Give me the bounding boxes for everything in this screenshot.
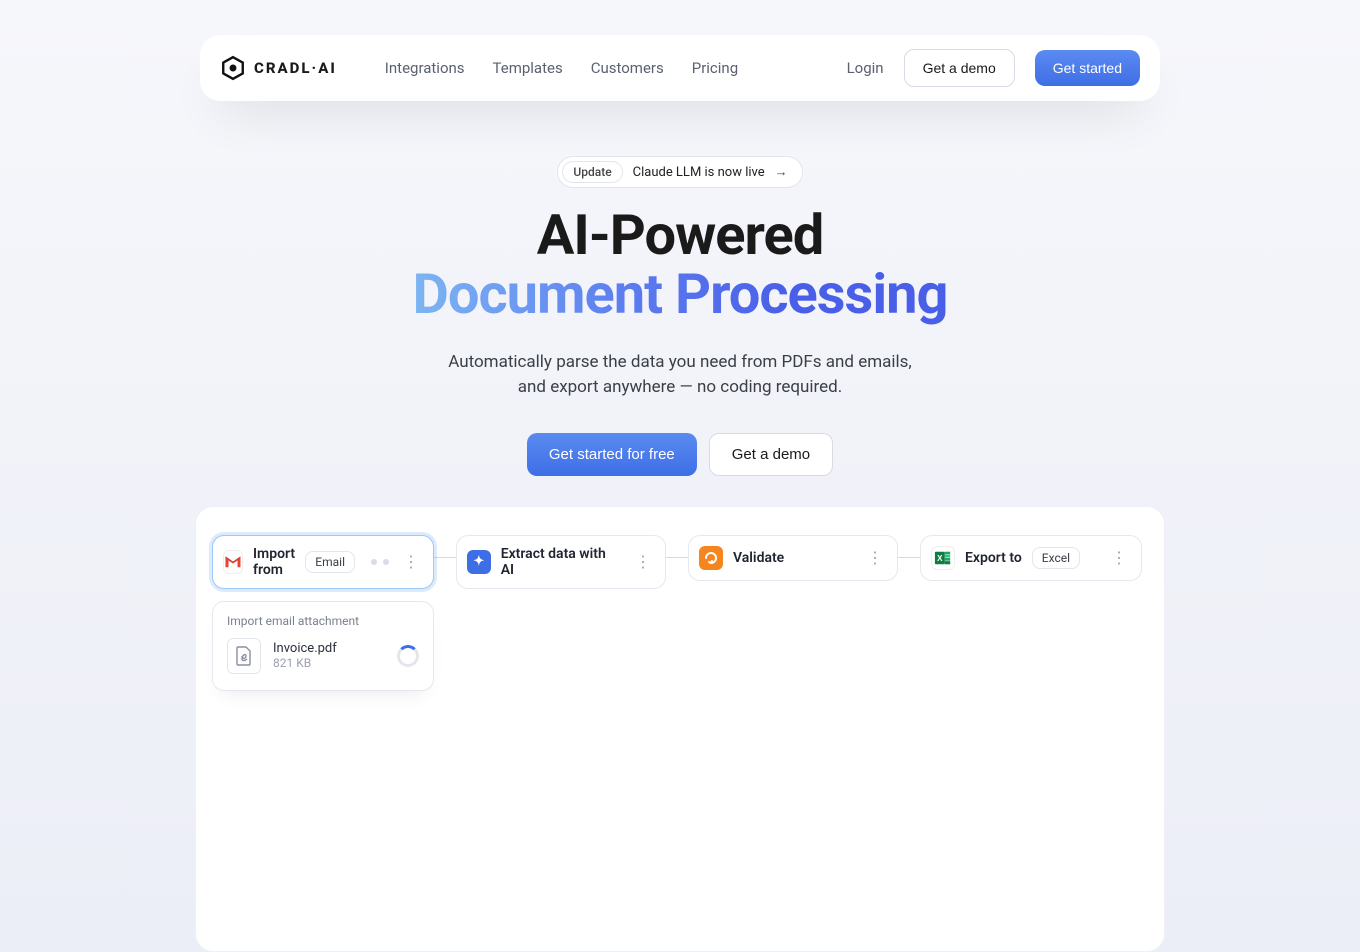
cta-get-started-free[interactable]: Get started for free xyxy=(527,433,697,476)
brand-text: CRADL·AI xyxy=(254,59,337,77)
ai-sparkle-icon: ✦ xyxy=(467,550,491,574)
nav-pricing[interactable]: Pricing xyxy=(692,59,738,77)
stage-export[interactable]: X Export to Excel ⋮ xyxy=(920,535,1142,581)
stage-validate[interactable]: Validate ⋮ xyxy=(688,535,898,581)
get-started-button[interactable]: Get started xyxy=(1035,50,1140,86)
update-text: Claude LLM is now live xyxy=(633,165,765,180)
nav-right: Login Get a demo Get started xyxy=(847,49,1140,87)
stage-extract[interactable]: ✦ Extract data with AI ⋮ xyxy=(456,535,666,589)
svg-text:X: X xyxy=(937,554,943,563)
import-attachment-card: Import email attachment Invoice.pdf 821 … xyxy=(212,601,434,691)
gmail-icon xyxy=(223,550,243,574)
export-target-chip: Excel xyxy=(1032,547,1080,569)
attachment-card-title: Import email attachment xyxy=(227,614,419,628)
stage-extract-label: Extract data with AI xyxy=(501,546,621,578)
stage-menu-icon[interactable]: ⋮ xyxy=(399,552,423,571)
nav-integrations[interactable]: Integrations xyxy=(385,59,465,77)
file-row: Invoice.pdf 821 KB xyxy=(227,638,419,674)
brand-logo[interactable]: CRADL·AI xyxy=(220,55,337,81)
connector xyxy=(434,557,456,558)
file-name: Invoice.pdf xyxy=(273,641,337,656)
update-pill[interactable]: Update Claude LLM is now live → xyxy=(557,156,802,188)
file-size: 821 KB xyxy=(273,656,337,670)
stage-import-label: Import from xyxy=(253,546,295,578)
stage-import[interactable]: Import from Email ⋮ xyxy=(212,535,434,589)
stage-menu-icon[interactable]: ⋮ xyxy=(631,552,655,571)
pdf-file-icon xyxy=(227,638,261,674)
update-tag: Update xyxy=(562,161,622,183)
hero-sub-line1: Automatically parse the data you need fr… xyxy=(448,352,912,372)
stage-menu-icon[interactable]: ⋮ xyxy=(863,548,887,567)
connector xyxy=(898,557,920,558)
workflow-canvas: Import from Email ⋮ Import email attachm… xyxy=(195,506,1165,952)
login-link[interactable]: Login xyxy=(847,59,884,77)
nav-links: Integrations Templates Customers Pricing xyxy=(385,59,738,77)
excel-icon: X xyxy=(931,546,955,570)
connector xyxy=(666,557,688,558)
progress-dots xyxy=(371,559,389,565)
hexagon-icon xyxy=(220,55,246,81)
import-source-chip: Email xyxy=(305,551,355,573)
get-demo-button[interactable]: Get a demo xyxy=(904,49,1015,87)
hero-ctas: Get started for free Get a demo xyxy=(0,433,1360,476)
validate-icon xyxy=(699,546,723,570)
hero-line2: Document Processing xyxy=(412,261,947,327)
workflow-stages: Import from Email ⋮ Import email attachm… xyxy=(212,535,1148,691)
arrow-right-icon: → xyxy=(775,164,788,180)
loading-spinner-icon xyxy=(397,645,419,667)
hero-line1: AI-Powered xyxy=(537,202,824,268)
nav-templates[interactable]: Templates xyxy=(493,59,563,77)
hero-subtitle: Automatically parse the data you need fr… xyxy=(0,350,1360,401)
stage-menu-icon[interactable]: ⋮ xyxy=(1107,548,1131,567)
navbar: CRADL·AI Integrations Templates Customer… xyxy=(200,35,1160,101)
cta-get-demo[interactable]: Get a demo xyxy=(709,433,833,476)
nav-customers[interactable]: Customers xyxy=(591,59,664,77)
hero: Update Claude LLM is now live → AI-Power… xyxy=(0,156,1360,476)
stage-export-label: Export to xyxy=(965,550,1022,566)
stage-validate-label: Validate xyxy=(733,550,784,566)
hero-sub-line2: and export anywhere — no coding required… xyxy=(518,377,842,397)
hero-title: AI-Powered Document Processing xyxy=(0,206,1360,324)
